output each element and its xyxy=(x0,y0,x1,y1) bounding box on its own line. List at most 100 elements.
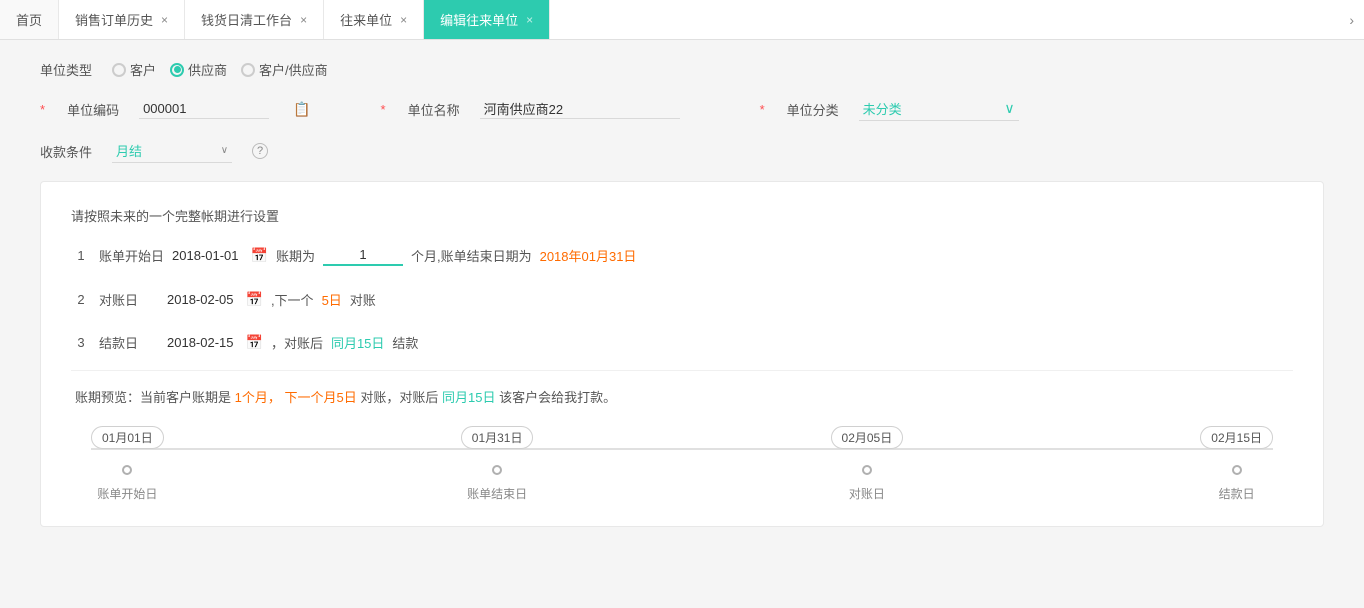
preview-text: 账期预览：当前客户账期是 1个月， 下一个月5日 对账，对账后 同月15日 该客… xyxy=(71,390,620,405)
period-input-1[interactable] xyxy=(323,245,403,266)
timeline-points: 01月01日 账单开始日 01月31日 账单结束日 02月05日 对账日 02月… xyxy=(91,426,1273,502)
period-date-2: 2018-02-05 xyxy=(167,292,234,307)
tl-sub-2: 对账日 xyxy=(849,485,885,502)
unit-type-row: 单位类型 客户 供应商 客户/供应商 xyxy=(40,60,1324,79)
timeline-point-1: 01月31日 账单结束日 xyxy=(461,426,534,502)
preview-part3: 对账，对账后 xyxy=(360,390,438,405)
radio-supplier[interactable]: 供应商 xyxy=(170,60,227,79)
radio-supplier-label: 供应商 xyxy=(188,60,227,79)
tl-label-3: 02月15日 xyxy=(1200,426,1273,449)
tl-dot-3 xyxy=(1232,465,1242,475)
period-label-1: 账单开始日 xyxy=(99,246,164,265)
tl-dot-1 xyxy=(492,465,502,475)
timeline-point-2: 02月05日 对账日 xyxy=(831,426,904,502)
preview-part4: 同月15日 xyxy=(442,390,495,405)
tab-cashier-workbench[interactable]: 钱货日清工作台 × xyxy=(185,0,324,39)
period-cal-icon-3[interactable]: 📅 xyxy=(246,334,263,351)
radio-customer-supplier[interactable]: 客户/供应商 xyxy=(241,60,328,79)
period-prefix-3: ，对账后 xyxy=(271,333,323,352)
period-cal-icon-2[interactable]: 📅 xyxy=(246,291,263,308)
radio-customer-label: 客户 xyxy=(130,60,156,79)
timeline: 01月01日 账单开始日 01月31日 账单结束日 02月05日 对账日 02月… xyxy=(71,426,1293,502)
tab-sales-order-history-label: 销售订单历史 xyxy=(75,10,153,29)
radio-supplier-circle xyxy=(170,63,184,77)
tab-edit-partner-unit[interactable]: 编辑往来单位 × xyxy=(424,0,550,39)
period-suffix-after-1: 个月,账单结束日期为 xyxy=(411,246,532,265)
content-area: 单位类型 客户 供应商 客户/供应商 * 单位编码 📋 * 单位名称 * xyxy=(0,40,1364,608)
preview-part5: 该客户会给我打款。 xyxy=(499,390,616,405)
period-suffix-after-3: 结款 xyxy=(392,333,418,352)
unit-type-radio-group: 客户 供应商 客户/供应商 xyxy=(112,60,328,79)
unit-code-label: 单位编码 xyxy=(67,100,119,119)
timeline-point-3: 02月15日 结款日 xyxy=(1200,426,1273,502)
period-highlight-3: 同月15日 xyxy=(331,333,384,352)
tl-sub-0: 账单开始日 xyxy=(97,485,157,502)
unit-category-label: 单位分类 xyxy=(787,100,839,119)
section-title: 请按照未来的一个完整帐期进行设置 xyxy=(71,206,1293,225)
radio-customer-supplier-circle xyxy=(241,63,255,77)
payment-terms-label: 收款条件 xyxy=(40,142,92,161)
tl-dot-2 xyxy=(862,465,872,475)
period-row-2: 2 对账日 2018-02-05 📅 ,下一个 5日 对账 xyxy=(71,290,1293,309)
unit-category-select[interactable]: 未分类 ∨ xyxy=(859,97,1019,121)
period-suffix-before-1: 账期为 xyxy=(276,246,315,265)
unit-name-input[interactable] xyxy=(480,99,680,119)
unit-type-label: 单位类型 xyxy=(40,60,92,79)
unit-code-input[interactable] xyxy=(139,99,269,119)
tab-sales-order-history[interactable]: 销售订单历史 × xyxy=(59,0,185,39)
payment-terms-select[interactable]: 月结 ∨ xyxy=(112,139,232,163)
tab-home[interactable]: 首页 xyxy=(0,0,59,39)
payment-terms-value: 月结 xyxy=(116,141,217,160)
period-num-3: 3 xyxy=(71,335,91,350)
period-highlight-1: 2018年01月31日 xyxy=(540,246,637,265)
tabs-bar: 首页 销售订单历史 × 钱货日清工作台 × 往来单位 × 编辑往来单位 × › xyxy=(0,0,1364,40)
tab-edit-partner-unit-close[interactable]: × xyxy=(526,13,533,27)
payment-terms-row: 收款条件 月结 ∨ ? xyxy=(40,139,1324,163)
tabs-more-icon: › xyxy=(1349,12,1354,28)
payment-terms-help-icon[interactable]: ? xyxy=(252,143,268,159)
period-num-1: 1 xyxy=(71,248,91,263)
tab-edit-partner-unit-label: 编辑往来单位 xyxy=(440,10,518,29)
tab-partner-units[interactable]: 往来单位 × xyxy=(324,0,424,39)
tl-sub-1: 账单结束日 xyxy=(467,485,527,502)
period-row-1: 1 账单开始日 2018-01-01 📅 账期为 个月,账单结束日期为 2018… xyxy=(71,245,1293,266)
period-date-3: 2018-02-15 xyxy=(167,335,234,350)
tabs-more-button[interactable]: › xyxy=(1339,0,1364,39)
tl-label-0: 01月01日 xyxy=(91,426,164,449)
payment-terms-dropdown-icon: ∨ xyxy=(221,145,228,156)
preview-part2: 下一个月5日 xyxy=(285,390,357,405)
tl-dot-0 xyxy=(122,465,132,475)
tab-partner-units-close[interactable]: × xyxy=(400,13,407,27)
tab-cashier-workbench-close[interactable]: × xyxy=(300,13,307,27)
tl-label-1: 01月31日 xyxy=(461,426,534,449)
radio-customer-supplier-label: 客户/供应商 xyxy=(259,60,328,79)
period-label-2: 对账日 xyxy=(99,290,159,309)
period-cal-icon-1[interactable]: 📅 xyxy=(251,247,268,264)
unit-category-required: * xyxy=(760,102,765,117)
unit-name-required: * xyxy=(381,102,386,117)
preview-section: 账期预览：当前客户账期是 1个月， 下一个月5日 对账，对账后 同月15日 该客… xyxy=(71,370,1293,406)
unit-info-row: * 单位编码 📋 * 单位名称 * 单位分类 未分类 ∨ xyxy=(40,97,1324,121)
tl-label-2: 02月05日 xyxy=(831,426,904,449)
period-row-3: 3 结款日 2018-02-15 📅 ，对账后 同月15日 结款 xyxy=(71,333,1293,352)
radio-customer[interactable]: 客户 xyxy=(112,60,156,79)
tl-sub-3: 结款日 xyxy=(1219,485,1255,502)
period-num-2: 2 xyxy=(71,292,91,307)
unit-category-value: 未分类 xyxy=(863,99,1005,118)
unit-category-dropdown-icon: ∨ xyxy=(1004,100,1014,117)
period-prefix-2: ,下一个 xyxy=(271,290,314,309)
period-label-3: 结款日 xyxy=(99,333,159,352)
timeline-point-0: 01月01日 账单开始日 xyxy=(91,426,164,502)
radio-customer-circle xyxy=(112,63,126,77)
unit-name-label: 单位名称 xyxy=(408,100,460,119)
tab-sales-order-history-close[interactable]: × xyxy=(161,13,168,27)
unit-code-required: * xyxy=(40,102,45,117)
unit-code-copy-icon[interactable]: 📋 xyxy=(293,101,310,118)
preview-label: 账期预览：当前客户账期是 xyxy=(75,390,231,405)
tab-home-label: 首页 xyxy=(16,10,42,29)
period-settings-card: 请按照未来的一个完整帐期进行设置 1 账单开始日 2018-01-01 📅 账期… xyxy=(40,181,1324,527)
tab-cashier-workbench-label: 钱货日清工作台 xyxy=(201,10,292,29)
period-date-1: 2018-01-01 xyxy=(172,248,239,263)
tab-partner-units-label: 往来单位 xyxy=(340,10,392,29)
period-highlight-2: 5日 xyxy=(322,290,342,309)
